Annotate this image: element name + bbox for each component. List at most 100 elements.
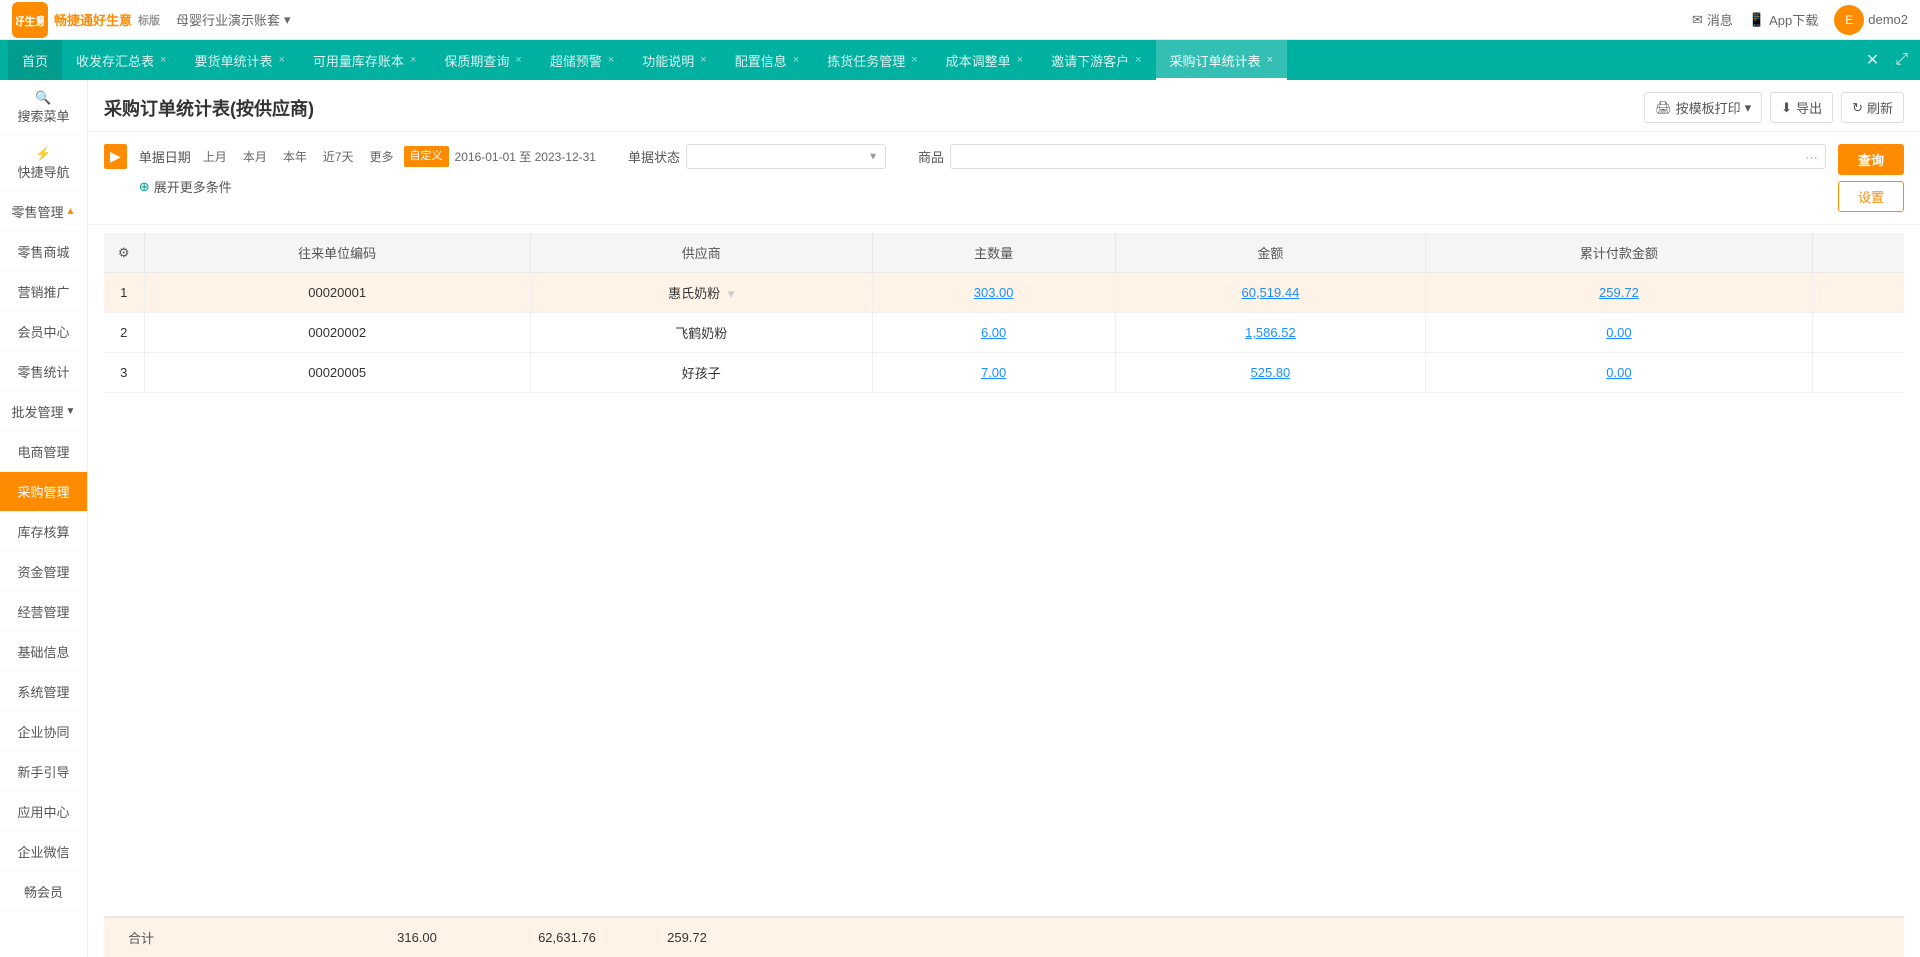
row-quantity-2: 6.00 bbox=[872, 313, 1115, 353]
sidebar-item-system[interactable]: 系统管理 bbox=[0, 672, 87, 712]
refresh-btn[interactable]: ↻ 刷新 bbox=[1841, 92, 1904, 123]
amount-link-1[interactable]: 60,519.44 bbox=[1241, 285, 1299, 300]
sidebar-item-wholesale[interactable]: 批发管理 ▼ bbox=[0, 392, 87, 432]
sidebar-vip-label: 畅会员 bbox=[4, 882, 83, 901]
sidebar-item-finance[interactable]: 资金管理 bbox=[0, 552, 87, 592]
tab-close-icon[interactable]: × bbox=[608, 54, 614, 66]
tab-close-icon[interactable]: × bbox=[911, 54, 917, 66]
shortcut-last-month[interactable]: 上月 bbox=[197, 146, 233, 167]
tab-function-desc[interactable]: 功能说明 × bbox=[628, 40, 720, 80]
top-bar-right: ✉ 消息 📱 App下载 E demo2 bbox=[1692, 5, 1908, 35]
footer-amount: 62,631.76 bbox=[507, 930, 627, 945]
status-select[interactable] bbox=[686, 144, 886, 169]
app-version: 标版 bbox=[138, 12, 160, 28]
tab-available-stock[interactable]: 可用量库存账本 × bbox=[299, 40, 430, 80]
print-dropdown-icon: ▾ bbox=[1745, 100, 1752, 116]
table-row: 3 00020005 好孩子 7.00 525.80 0.00 bbox=[104, 353, 1904, 393]
message-btn[interactable]: ✉ 消息 bbox=[1692, 10, 1733, 29]
product-search-icon[interactable]: ··· bbox=[1805, 149, 1818, 164]
filter-area: ▶ 单据日期 上月 本月 本年 近7天 更多 自定义 bbox=[88, 132, 1920, 225]
print-btn[interactable]: 🖨 按模板打印 ▾ bbox=[1644, 92, 1762, 123]
export-btn[interactable]: ⬇ 导出 bbox=[1770, 92, 1833, 123]
sidebar-item-inventory[interactable]: 库存核算 bbox=[0, 512, 87, 552]
sidebar-item-basic-info[interactable]: 基础信息 bbox=[0, 632, 87, 672]
tab-cost-adjust[interactable]: 成本调整单 × bbox=[932, 40, 1037, 80]
data-table: ⚙ 往来单位编码 供应商 主数量 金额 累计付款金额 1 00020001 惠氏… bbox=[104, 233, 1904, 393]
sidebar-item-purchase[interactable]: 采购管理 bbox=[0, 472, 87, 512]
user-area[interactable]: E demo2 bbox=[1834, 5, 1908, 35]
chevron-up-icon: ▲ bbox=[66, 206, 76, 217]
sidebar-item-search[interactable]: 🔍 搜索菜单 bbox=[0, 80, 87, 136]
amount-link-2[interactable]: 1,586.52 bbox=[1245, 325, 1296, 340]
print-icon: 🖨 bbox=[1655, 100, 1672, 116]
app-download-btn[interactable]: 📱 App下载 bbox=[1749, 10, 1818, 29]
table-row: 1 00020001 惠氏奶粉 ▾ 303.00 60,519.44 259.7… bbox=[104, 273, 1904, 313]
quantity-link-2[interactable]: 6.00 bbox=[981, 325, 1006, 340]
sidebar-search-label: 搜索菜单 bbox=[4, 106, 83, 125]
tab-overstock[interactable]: 超储预警 × bbox=[536, 40, 628, 80]
tab-close-icon[interactable]: × bbox=[1267, 54, 1273, 66]
tab-order-summary[interactable]: 要货单统计表 × bbox=[180, 40, 298, 80]
table-header-row: ⚙ 往来单位编码 供应商 主数量 金额 累计付款金额 bbox=[104, 233, 1904, 273]
tab-expiry-label: 保质期查询 bbox=[444, 51, 509, 70]
tab-close-icon[interactable]: × bbox=[278, 54, 284, 66]
nav-close-btn[interactable]: ✕ bbox=[1862, 46, 1883, 74]
row-quantity-1: 303.00 bbox=[872, 273, 1115, 313]
shortcut-this-year[interactable]: 本年 bbox=[277, 146, 313, 167]
paid-link-2[interactable]: 0.00 bbox=[1606, 325, 1631, 340]
sidebar-item-enterprise-collab[interactable]: 企业协同 bbox=[0, 712, 87, 752]
tab-close-icon[interactable]: × bbox=[160, 54, 166, 66]
sidebar-wholesale-label: 批发管理 bbox=[12, 402, 64, 421]
setting-btn[interactable]: 设置 bbox=[1838, 181, 1904, 212]
shortcut-this-month[interactable]: 本月 bbox=[237, 146, 273, 167]
tab-invite[interactable]: 邀请下游客户 × bbox=[1037, 40, 1155, 80]
sidebar-item-new-guide[interactable]: 新手引导 bbox=[0, 752, 87, 792]
tab-home[interactable]: 首页 bbox=[8, 40, 62, 80]
custom-badge[interactable]: 自定义 bbox=[404, 146, 449, 167]
shortcut-more[interactable]: 更多 bbox=[364, 146, 400, 167]
tab-close-icon[interactable]: × bbox=[515, 54, 521, 66]
tab-receive-summary[interactable]: 收发存汇总表 × bbox=[62, 40, 180, 80]
sidebar-item-marketing[interactable]: 营销推广 bbox=[0, 272, 87, 312]
shortcut-7days[interactable]: 近7天 bbox=[317, 146, 360, 167]
sidebar-item-retail[interactable]: 零售管理 ▲ bbox=[0, 192, 87, 232]
sidebar-inventory-label: 库存核算 bbox=[4, 522, 83, 541]
search-btn[interactable]: 查询 bbox=[1838, 144, 1904, 175]
workspace-selector[interactable]: 母婴行业演示账套 ▾ bbox=[176, 10, 291, 29]
sidebar-item-vip[interactable]: 畅会员 bbox=[0, 872, 87, 912]
sidebar-item-member[interactable]: 会员中心 bbox=[0, 312, 87, 352]
tab-config-info[interactable]: 配置信息 × bbox=[721, 40, 813, 80]
row-num-1: 1 bbox=[104, 273, 144, 313]
page-header: 采购订单统计表(按供应商) 🖨 按模板打印 ▾ ⬇ 导出 ↻ 刷新 bbox=[88, 80, 1920, 132]
sidebar-item-operations[interactable]: 经营管理 bbox=[0, 592, 87, 632]
sidebar-retail-label: 零售管理 bbox=[12, 202, 64, 221]
tab-purchase-summary[interactable]: 采购订单统计表 × bbox=[1156, 40, 1287, 80]
sidebar-item-retail-stats[interactable]: 零售统计 bbox=[0, 352, 87, 392]
sidebar-item-retail-mall[interactable]: 零售商城 bbox=[0, 232, 87, 272]
row-extra-2 bbox=[1812, 313, 1904, 353]
sidebar-item-app-center[interactable]: 应用中心 bbox=[0, 792, 87, 832]
paid-link-3[interactable]: 0.00 bbox=[1606, 365, 1631, 380]
sidebar-item-enterprise-wechat[interactable]: 企业微信 bbox=[0, 832, 87, 872]
amount-link-3[interactable]: 525.80 bbox=[1251, 365, 1291, 380]
row-num-3: 3 bbox=[104, 353, 144, 393]
nav-maximize-btn[interactable]: ⤢ bbox=[1891, 47, 1912, 73]
tab-close-icon[interactable]: × bbox=[1135, 54, 1141, 66]
sidebar-item-quick-nav[interactable]: ⚡ 快捷导航 bbox=[0, 136, 87, 192]
quantity-link-1[interactable]: 303.00 bbox=[974, 285, 1014, 300]
supplier-arrow-icon[interactable]: ▾ bbox=[728, 286, 735, 301]
row-supplier-3: 好孩子 bbox=[530, 353, 872, 393]
page-actions: 🖨 按模板打印 ▾ ⬇ 导出 ↻ 刷新 bbox=[1644, 92, 1904, 123]
expand-more-btn[interactable]: ⊕ 展开更多条件 bbox=[139, 177, 1826, 196]
tab-close-icon[interactable]: × bbox=[1017, 54, 1023, 66]
product-input[interactable] bbox=[950, 144, 1826, 169]
tab-pick-task[interactable]: 拣货任务管理 × bbox=[813, 40, 931, 80]
sidebar-item-ecommerce[interactable]: 电商管理 bbox=[0, 432, 87, 472]
tab-close-icon[interactable]: × bbox=[700, 54, 706, 66]
quantity-link-3[interactable]: 7.00 bbox=[981, 365, 1006, 380]
paid-link-1[interactable]: 259.72 bbox=[1599, 285, 1639, 300]
collapse-filter-btn[interactable]: ▶ bbox=[104, 144, 127, 169]
tab-close-icon[interactable]: × bbox=[793, 54, 799, 66]
tab-close-icon[interactable]: × bbox=[410, 54, 416, 66]
tab-expiry-query[interactable]: 保质期查询 × bbox=[430, 40, 535, 80]
